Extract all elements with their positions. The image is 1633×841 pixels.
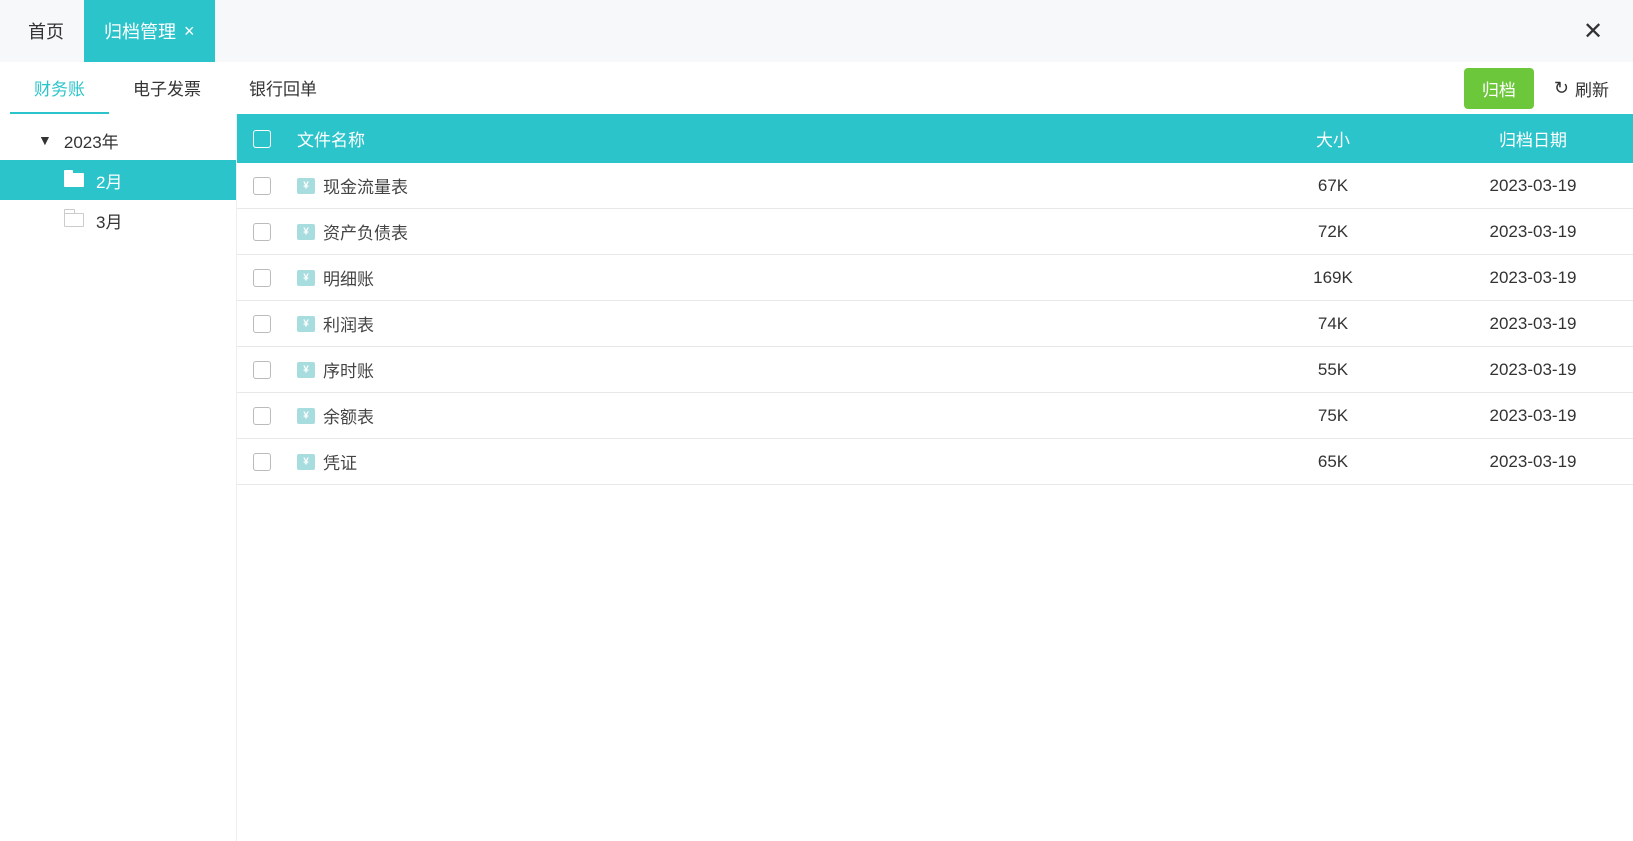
file-table: 文件名称 大小 归档日期 现金流量表67K2023-03-19资产负债表72K2… <box>237 114 1633 485</box>
file-icon <box>297 316 315 332</box>
row-checkbox-cell <box>237 347 287 393</box>
top-tab-bar: 首页 归档管理 × ✕ <box>0 0 1633 62</box>
row-checkbox[interactable] <box>253 453 271 471</box>
refresh-label: 刷新 <box>1575 76 1609 101</box>
tab-archive-management[interactable]: 归档管理 × <box>84 0 215 62</box>
file-name: 利润表 <box>323 316 374 335</box>
row-checkbox-cell <box>237 301 287 347</box>
table-row[interactable]: 余额表 75K2023-03-19 <box>237 393 1633 439</box>
row-date-cell: 2023-03-19 <box>1433 301 1633 347</box>
row-name-cell: 序时账 <box>287 347 1233 393</box>
row-date-cell: 2023-03-19 <box>1433 255 1633 301</box>
tree-year-node[interactable]: ▼ 2023年 <box>0 120 236 160</box>
header-name: 文件名称 <box>287 114 1233 163</box>
row-date-cell: 2023-03-19 <box>1433 209 1633 255</box>
row-size-cell: 65K <box>1233 439 1433 485</box>
archive-button-label: 归档 <box>1482 81 1516 100</box>
row-size-cell: 55K <box>1233 347 1433 393</box>
tree-month-node[interactable]: 2月 <box>0 160 236 200</box>
subtab-finance-label: 财务账 <box>34 75 85 100</box>
row-name-cell: 利润表 <box>287 301 1233 347</box>
content-area: ▼ 2023年 2月3月 文件名称 大小 归档日期 现金流量表67K2023-0… <box>0 114 1633 841</box>
file-name: 凭证 <box>323 454 357 473</box>
tree-month-label: 2月 <box>96 168 122 193</box>
subtab-finance[interactable]: 财务账 <box>10 62 109 114</box>
row-date-cell: 2023-03-19 <box>1433 439 1633 485</box>
file-icon <box>297 270 315 286</box>
row-checkbox[interactable] <box>253 269 271 287</box>
row-size-cell: 72K <box>1233 209 1433 255</box>
row-checkbox-cell <box>237 209 287 255</box>
row-name-cell: 明细账 <box>287 255 1233 301</box>
table-header-row: 文件名称 大小 归档日期 <box>237 114 1633 163</box>
row-checkbox-cell <box>237 439 287 485</box>
tab-close-icon[interactable]: × <box>184 21 195 42</box>
row-date-cell: 2023-03-19 <box>1433 163 1633 209</box>
action-group: 归档 ↻ 刷新 <box>1464 68 1623 109</box>
table-row[interactable]: 凭证 65K2023-03-19 <box>237 439 1633 485</box>
table-row[interactable]: 利润表 74K2023-03-19 <box>237 301 1633 347</box>
header-checkbox-cell <box>237 114 287 163</box>
tree-month-label: 3月 <box>96 208 122 233</box>
select-all-checkbox[interactable] <box>253 130 271 148</box>
row-size-cell: 67K <box>1233 163 1433 209</box>
caret-down-icon: ▼ <box>38 132 52 148</box>
file-icon <box>297 454 315 470</box>
row-checkbox[interactable] <box>253 177 271 195</box>
table-row[interactable]: 资产负债表 72K2023-03-19 <box>237 209 1633 255</box>
row-size-cell: 75K <box>1233 393 1433 439</box>
sub-tab-group: 财务账 电子发票 银行回单 <box>10 62 341 114</box>
table-row[interactable]: 现金流量表 67K2023-03-19 <box>237 163 1633 209</box>
refresh-button[interactable]: ↻ 刷新 <box>1554 76 1609 101</box>
sub-toolbar: 财务账 电子发票 银行回单 归档 ↻ 刷新 <box>0 62 1633 114</box>
row-size-cell: 169K <box>1233 255 1433 301</box>
tree-year-label: 2023年 <box>64 128 119 153</box>
file-name: 资产负债表 <box>323 224 408 243</box>
row-checkbox[interactable] <box>253 223 271 241</box>
file-icon <box>297 362 315 378</box>
tree-month-node[interactable]: 3月 <box>0 200 236 240</box>
file-icon <box>297 224 315 240</box>
header-size: 大小 <box>1233 114 1433 163</box>
file-name: 现金流量表 <box>323 178 408 197</box>
row-date-cell: 2023-03-19 <box>1433 393 1633 439</box>
subtab-einvoice-label: 电子发票 <box>133 75 201 100</box>
row-checkbox-cell <box>237 393 287 439</box>
file-icon <box>297 178 315 194</box>
subtab-einvoice[interactable]: 电子发票 <box>109 62 225 114</box>
archive-button[interactable]: 归档 <box>1464 68 1534 109</box>
row-checkbox-cell <box>237 163 287 209</box>
tab-home[interactable]: 首页 <box>8 0 84 62</box>
close-icon: ✕ <box>1583 17 1603 46</box>
file-name: 序时账 <box>323 362 374 381</box>
row-checkbox[interactable] <box>253 361 271 379</box>
file-name: 明细账 <box>323 270 374 289</box>
close-all-tabs-button[interactable]: ✕ <box>1577 15 1609 47</box>
folder-tree: ▼ 2023年 2月 3月 <box>0 114 237 841</box>
row-size-cell: 74K <box>1233 301 1433 347</box>
row-checkbox-cell <box>237 255 287 301</box>
subtab-bank-receipt-label: 银行回单 <box>249 75 317 100</box>
row-checkbox[interactable] <box>253 407 271 425</box>
row-date-cell: 2023-03-19 <box>1433 347 1633 393</box>
row-name-cell: 资产负债表 <box>287 209 1233 255</box>
row-name-cell: 现金流量表 <box>287 163 1233 209</box>
folder-icon <box>64 172 84 188</box>
subtab-bank-receipt[interactable]: 银行回单 <box>225 62 341 114</box>
table-row[interactable]: 序时账 55K2023-03-19 <box>237 347 1633 393</box>
tab-archive-label: 归档管理 <box>104 18 176 44</box>
header-date: 归档日期 <box>1433 114 1633 163</box>
row-name-cell: 余额表 <box>287 393 1233 439</box>
table-row[interactable]: 明细账 169K2023-03-19 <box>237 255 1633 301</box>
file-icon <box>297 408 315 424</box>
file-table-wrap: 文件名称 大小 归档日期 现金流量表67K2023-03-19资产负债表72K2… <box>237 114 1633 841</box>
row-name-cell: 凭证 <box>287 439 1233 485</box>
tab-home-label: 首页 <box>28 18 64 44</box>
refresh-icon: ↻ <box>1554 78 1569 99</box>
row-checkbox[interactable] <box>253 315 271 333</box>
folder-icon <box>64 212 84 228</box>
file-name: 余额表 <box>323 408 374 427</box>
